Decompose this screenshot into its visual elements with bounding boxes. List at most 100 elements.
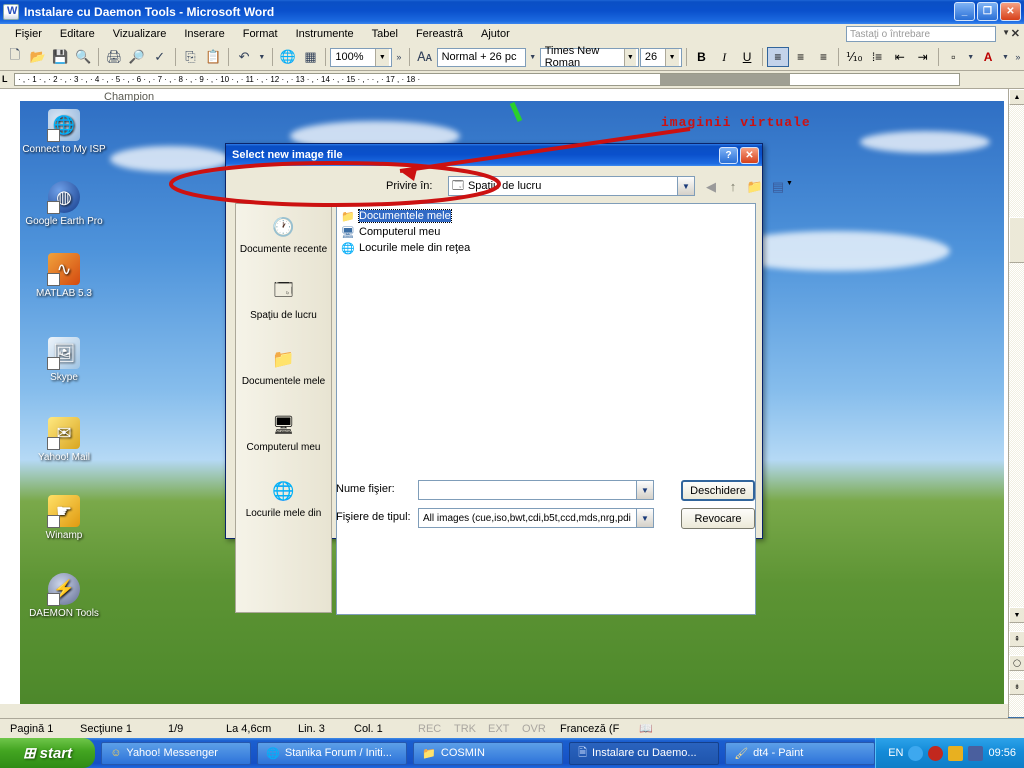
menu-item-editare[interactable]: Editare [51, 26, 104, 42]
align-right-button[interactable]: ≡ [813, 47, 835, 67]
places-item-spatiu-de-lucru[interactable]: 🗔 Spaţiu de lucru [236, 274, 331, 340]
word-ruler[interactable]: L · , · 1 · , · 2 · , · 3 · , · 4 · , · … [0, 71, 1024, 89]
bold-button[interactable]: B [691, 47, 713, 67]
file-name-input[interactable]: ▼ [418, 480, 654, 500]
spellcheck-status-icon[interactable]: 📖 [635, 722, 657, 735]
print-preview-icon[interactable]: 🔎 [126, 46, 148, 68]
menu-item-fereastra[interactable]: Fereastră [407, 26, 472, 42]
tray-language[interactable]: EN [888, 747, 903, 759]
desktop-icon-skype[interactable]: 🖼 Skype [22, 337, 106, 383]
save-icon[interactable]: 💾 [50, 46, 72, 68]
new-folder-icon[interactable]: 📁 [744, 176, 766, 197]
more-icon[interactable]: » [1012, 46, 1024, 68]
spellcheck-icon[interactable]: ✓ [149, 46, 171, 68]
font-size-combo[interactable]: 26 ▼ [639, 47, 682, 67]
select-browse-object-button[interactable]: ◯ [1009, 655, 1024, 671]
borders-button[interactable]: ▫ [943, 47, 965, 67]
status-rec[interactable]: REC [414, 723, 450, 735]
increase-indent-button[interactable]: ⇥ [912, 47, 934, 67]
table-icon[interactable]: ▦ [300, 46, 322, 68]
chevron-down-icon[interactable]: ▼ [786, 180, 793, 187]
chevron-down-icon[interactable]: ▼ [677, 177, 694, 195]
close-button[interactable]: ✕ [1000, 2, 1021, 21]
status-ext[interactable]: EXT [484, 723, 518, 735]
menu-item-instrumente[interactable]: Instrumente [287, 26, 363, 42]
file-list[interactable]: 📁 Documentele mele 🖥 Computerul meu 🌐 Lo… [336, 203, 756, 615]
up-one-level-icon[interactable]: ↑ [722, 176, 744, 197]
close-icon[interactable]: ✕ [1011, 27, 1020, 40]
bulleted-list-button[interactable]: ⁞≡ [866, 47, 888, 67]
menu-item-inserare[interactable]: Inserare [175, 26, 233, 42]
file-type-combo[interactable]: All images (cue,iso,bwt,cdi,b5t,ccd,mds,… [418, 508, 654, 528]
chevron-down-icon[interactable]: ▼ [1000, 46, 1011, 68]
status-ovr[interactable]: OVR [518, 723, 556, 735]
menu-item-tabel[interactable]: Tabel [363, 26, 407, 42]
desktop-icon-connect-to-my-isp[interactable]: 🌐 Connect to My ISP [22, 109, 106, 155]
hyperlink-icon[interactable]: 🌐 [277, 46, 299, 68]
status-language[interactable]: Franceză (F [556, 723, 623, 735]
desktop-icon-yahoo-mail[interactable]: ✉ Yahoo! Mail [22, 417, 106, 463]
file-list-item[interactable]: 🌐 Locurile mele din reţea [341, 240, 755, 256]
cancel-button[interactable]: Revocare [681, 508, 755, 529]
horizontal-scrollbar[interactable]: ▤ ▤ ▤ ◀ [0, 704, 1008, 718]
back-icon[interactable]: ◀ [700, 176, 722, 197]
desktop-icon-google-earth-pro[interactable]: ◍ Google Earth Pro [22, 181, 106, 227]
file-list-item[interactable]: 📁 Documentele mele [341, 208, 755, 224]
places-item-documente-recente[interactable]: 🕐 Documente recente [236, 208, 331, 274]
search-icon[interactable]: 🔍 [72, 46, 94, 68]
places-item-computerul-meu[interactable]: 🖥 Computerul meu [236, 406, 331, 472]
numbered-list-button[interactable]: ⅒ [843, 47, 865, 67]
chevron-down-icon[interactable]: ▼ [374, 48, 389, 66]
italic-button[interactable]: I [713, 47, 735, 67]
chevron-down-icon[interactable]: ▼ [965, 46, 976, 68]
copy-icon[interactable]: ⎘ [180, 46, 202, 68]
chevron-down-icon[interactable]: ▼ [636, 481, 653, 499]
menu-item-vizualizare[interactable]: Vizualizare [104, 26, 176, 42]
restore-button[interactable]: ❐ [977, 2, 998, 21]
taskbar-item-dt4-paint[interactable]: 🖌 dt4 - Paint [725, 741, 876, 765]
minimize-button[interactable]: _ [954, 2, 975, 21]
messenger-icon[interactable] [908, 745, 924, 761]
new-icon[interactable]: 🗋 [4, 46, 26, 68]
next-page-button[interactable]: ⇟ [1009, 679, 1024, 695]
style-combo[interactable]: Normal + 26 pc [436, 47, 526, 67]
network-icon[interactable] [968, 745, 984, 761]
scroll-down-button[interactable]: ▼ [1009, 607, 1024, 623]
chevron-down-icon[interactable]: ▼ [527, 46, 539, 68]
look-in-combo[interactable]: 🗔 Spaţiu de lucru ▼ [448, 176, 695, 196]
open-button[interactable]: Deschidere [681, 480, 755, 501]
chevron-down-icon[interactable]: ▼ [623, 48, 636, 66]
scroll-up-button[interactable]: ▲ [1009, 89, 1024, 105]
style-icon[interactable]: 🗛 [414, 46, 436, 68]
underline-button[interactable]: U [736, 47, 758, 67]
undo-dropdown-icon[interactable]: ▼ [256, 46, 268, 68]
menu-item-format[interactable]: Format [234, 26, 287, 42]
taskbar-item-yahoo-messenger[interactable]: ☺ Yahoo! Messenger [101, 741, 252, 765]
align-center-button[interactable]: ≡ [790, 47, 812, 67]
opera-icon[interactable] [928, 745, 944, 761]
open-icon[interactable]: 📂 [27, 46, 49, 68]
paste-icon[interactable]: 📋 [202, 46, 224, 68]
taskbar-item-stanika-forum[interactable]: 🌐 Stanika Forum / Initi... [257, 741, 408, 765]
start-button[interactable]: ⊞ start [0, 738, 96, 768]
menu-item-fisier[interactable]: Fişier [6, 26, 51, 42]
previous-page-button[interactable]: ⇞ [1009, 631, 1024, 647]
winamp-icon[interactable] [948, 745, 964, 761]
menu-item-ajutor[interactable]: Ajutor [472, 26, 519, 42]
taskbar-item-cosmin[interactable]: 📁 COSMIN [413, 741, 564, 765]
desktop-icon-winamp[interactable]: ☛ Winamp [22, 495, 106, 541]
document-canvas[interactable]: Champion 🌐 Connect to My ISP ◍ Google Ea… [0, 89, 1024, 717]
desktop-icon-matlab[interactable]: ∿ MATLAB 5.3 [22, 253, 106, 299]
zoom-combo[interactable]: 100% ▼ [330, 47, 392, 67]
chevron-down-icon[interactable]: ▼ [664, 48, 679, 66]
decrease-indent-button[interactable]: ⇤ [889, 47, 911, 67]
tray-clock[interactable]: 09:56 [988, 747, 1016, 759]
align-left-button[interactable]: ≡ [766, 47, 789, 67]
more-icon[interactable]: » [393, 46, 405, 68]
status-trk[interactable]: TRK [450, 723, 484, 735]
chevron-down-icon[interactable]: ▼ [1002, 28, 1010, 37]
vertical-scrollbar[interactable]: ▲ ▼ ⇞ ◯ ⇟ [1008, 89, 1024, 717]
desktop-icon-daemon-tools[interactable]: ⚡ DAEMON Tools [22, 573, 106, 619]
chevron-down-icon[interactable]: ▼ [636, 509, 653, 527]
taskbar-item-instalare-cu-daemon[interactable]: 🗎 Instalare cu Daemo... [569, 741, 720, 765]
